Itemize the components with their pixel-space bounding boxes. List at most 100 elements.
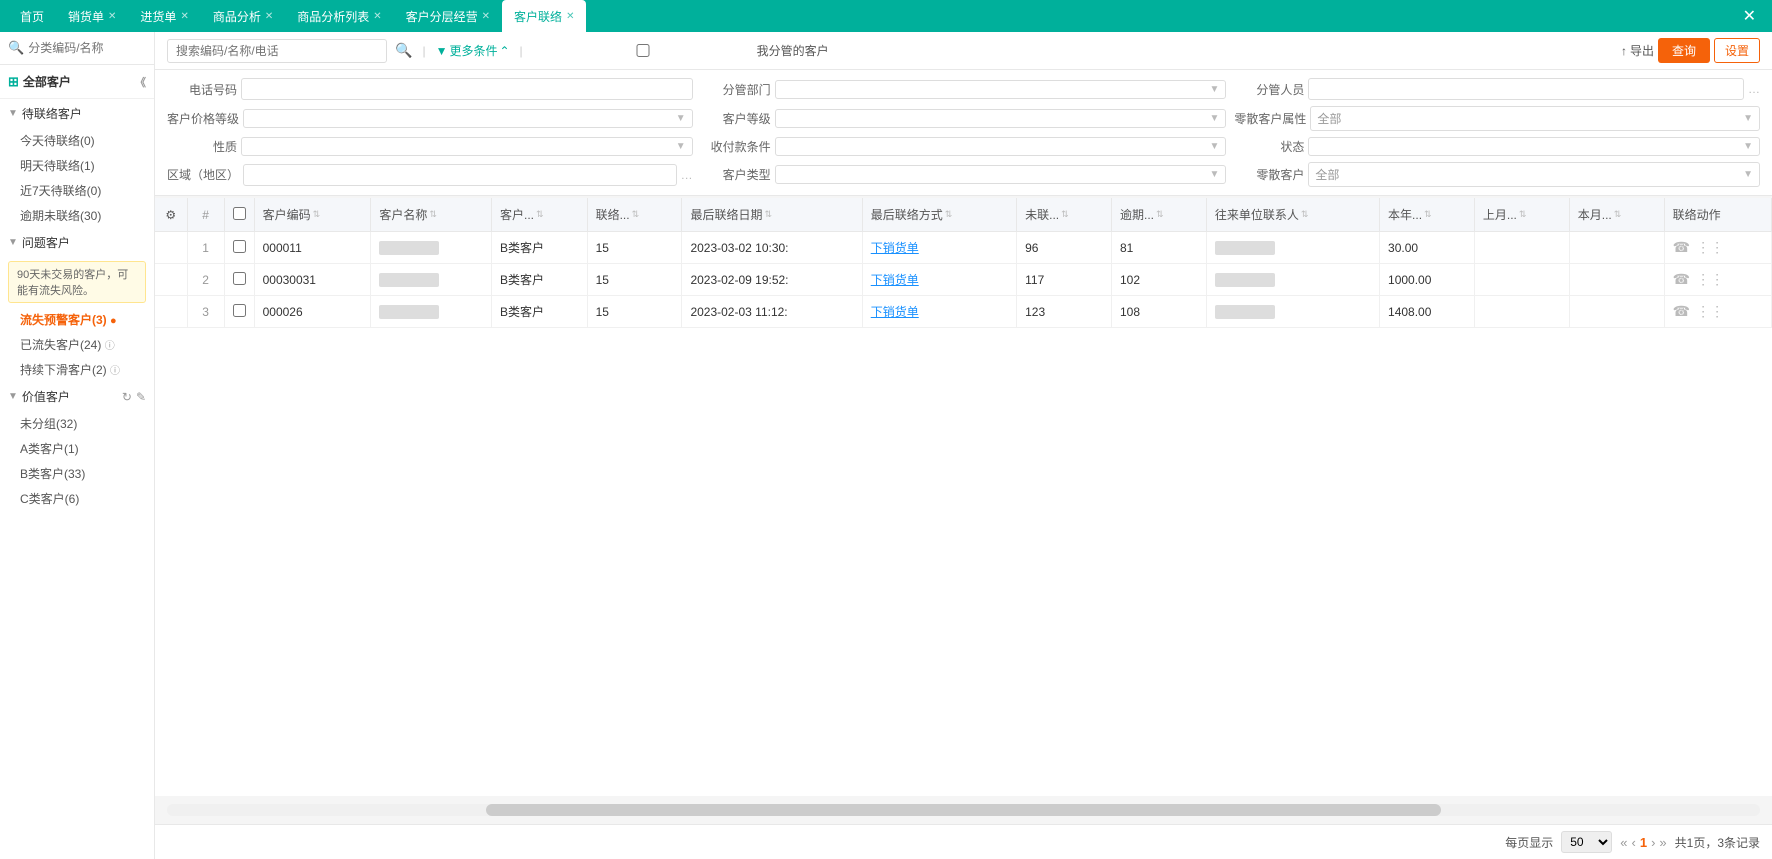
tab-customer-contact[interactable]: 客户联络 ✕ [502,0,586,32]
table-header-name[interactable]: 客户名称⇅ [371,198,492,232]
table-header-this-year[interactable]: 本年...⇅ [1380,198,1475,232]
sidebar-search-input[interactable] [28,41,155,55]
tab-home[interactable]: 首页 [8,0,56,32]
table-header-last-method[interactable]: 最后联络方式⇅ [862,198,1016,232]
table-header-uncontacted[interactable]: 未联...⇅ [1017,198,1112,232]
filter-status-select[interactable]: ▼ [1308,137,1760,156]
more-conditions-btn[interactable]: ▼ 更多条件 ⌃ [436,42,510,59]
row2-last-date: 2023-02-09 19:52: [682,264,862,296]
close-all-icon[interactable]: ✕ [1735,6,1764,26]
sidebar-item-class-a[interactable]: A类客户(1) [0,436,154,461]
row3-last-method[interactable]: 下销货单 [862,296,1016,328]
row1-checkbox[interactable] [224,232,254,264]
filter-dept-select[interactable]: ▼ [775,80,1227,99]
filter-person-input[interactable] [1308,78,1744,100]
row2-checkbox[interactable] [224,264,254,296]
close-sales-icon[interactable]: ✕ [108,11,116,22]
tab-purchase[interactable]: 进货单 ✕ [128,0,200,32]
close-purchase-icon[interactable]: ✕ [180,11,188,22]
filter-retail-attr-select[interactable]: 全部 ▼ [1310,106,1760,131]
table-header-code[interactable]: 客户编码⇅ [254,198,371,232]
table-header-num: # [187,198,224,232]
filter-nature-select[interactable]: ▼ [241,137,693,156]
person-dots-icon[interactable]: … [1748,82,1760,96]
my-customers-checkbox[interactable] [533,44,753,57]
close-product-analysis-icon[interactable]: ✕ [265,11,273,22]
horizontal-scrollbar[interactable] [155,796,1772,824]
value-refresh-icon[interactable]: ↻ [122,390,132,404]
filter-customer-grade-label: 客户等级 [701,110,771,127]
sidebar-item-class-c[interactable]: C类客户(6) [0,486,154,511]
table-header-gear[interactable]: ⚙ [155,198,187,232]
row3-last-month [1474,296,1569,328]
sidebar-section-value-customers[interactable]: ▼ 价值客户 ↻ ✎ [0,382,154,411]
tab-product-analysis[interactable]: 商品分析 ✕ [201,0,285,32]
row3-checkbox[interactable] [224,296,254,328]
value-edit-icon[interactable]: ✎ [136,390,146,404]
filter-nature: 性质 ▼ [167,137,693,156]
row2-contact-icon[interactable]: ☎ [1673,271,1690,288]
sidebar-item-declining[interactable]: 持续下滑客户(2) ⓘ [0,357,154,382]
search-input[interactable] [167,39,387,63]
row1-contact-icon[interactable]: ☎ [1673,239,1690,256]
filter-retail-customer-select[interactable]: 全部 ▼ [1308,162,1760,187]
export-btn[interactable]: ↑ 导出 [1621,42,1654,59]
table-header-checkbox[interactable] [224,198,254,232]
sidebar-item-class-b[interactable]: B类客户(33) [0,461,154,486]
close-customer-tier-icon[interactable]: ✕ [482,11,490,22]
row1-more-icon[interactable]: ⋮⋮ [1696,239,1724,256]
row1-last-method[interactable]: 下销货单 [862,232,1016,264]
sidebar-item-today[interactable]: 今天待联络(0) [0,128,154,153]
row2-last-method[interactable]: 下销货单 [862,264,1016,296]
table-header-last-date[interactable]: 最后联络日期⇅ [682,198,862,232]
search-icon[interactable]: 🔍 [395,42,412,59]
sidebar-item-tomorrow[interactable]: 明天待联络(1) [0,153,154,178]
table-header-this-month[interactable]: 本月...⇅ [1569,198,1664,232]
tab-product-list[interactable]: 商品分析列表 ✕ [285,0,393,32]
region-dots-icon[interactable]: … [681,168,693,182]
row2-more-icon[interactable]: ⋮⋮ [1696,271,1724,288]
filter-payment-select[interactable]: ▼ [775,137,1227,156]
filter-customer-type-select[interactable]: ▼ [775,165,1227,184]
first-page-btn[interactable]: « [1620,835,1627,850]
row2-select[interactable] [233,272,246,285]
settings-btn[interactable]: 设置 [1714,38,1760,63]
row3-contact-icon[interactable]: ☎ [1673,303,1690,320]
sidebar-item-churn-risk[interactable]: 流失预警客户(3) ● [0,307,154,332]
row1-select[interactable] [233,240,246,253]
sidebar-item-week[interactable]: 近7天待联络(0) [0,178,154,203]
row1-gear [155,232,187,264]
filter-price-grade-select[interactable]: ▼ [243,109,693,128]
close-product-list-icon[interactable]: ✕ [373,11,381,22]
select-all-checkbox[interactable] [233,207,246,220]
row3-more-icon[interactable]: ⋮⋮ [1696,303,1724,320]
tab-customer-tier[interactable]: 客户分层经营 ✕ [394,0,502,32]
filter-region-input[interactable] [243,164,677,186]
sidebar-section-pending-contact[interactable]: ▼ 待联络客户 [0,99,154,128]
sidebar-item-already-lost[interactable]: 已流失客户(24) ⓘ [0,332,154,357]
table-header-unit-contact[interactable]: 往来单位联系人⇅ [1206,198,1379,232]
row3-select[interactable] [233,304,246,317]
filter-phone-input[interactable] [241,78,693,100]
prev-page-btn[interactable]: ‹ [1631,835,1635,850]
sidebar-item-overdue[interactable]: 逾期未联络(30) [0,203,154,228]
my-customers-checkbox-label[interactable]: 我分管的客户 [533,42,829,59]
last-page-btn[interactable]: » [1659,835,1666,850]
current-page[interactable]: 1 [1640,835,1647,850]
all-customers-header[interactable]: ⊞ 全部客户 《 [0,65,154,99]
sidebar-item-unclassified[interactable]: 未分组(32) [0,411,154,436]
row3-type: B类客户 [492,296,588,328]
table-header-contact[interactable]: 联络...⇅ [587,198,682,232]
table-header-last-month[interactable]: 上月...⇅ [1474,198,1569,232]
per-page-select[interactable]: 50 100 200 [1561,831,1612,853]
next-page-btn[interactable]: › [1651,835,1655,850]
filter-phone: 电话号码 [167,78,693,100]
collapse-icon[interactable]: 《 [135,74,146,90]
table-header-overdue[interactable]: 逾期...⇅ [1111,198,1206,232]
query-btn[interactable]: 查询 [1658,38,1710,63]
filter-customer-grade-select[interactable]: ▼ [775,109,1227,128]
table-header-type[interactable]: 客户...⇅ [492,198,588,232]
close-customer-contact-icon[interactable]: ✕ [566,11,574,22]
tab-sales[interactable]: 销货单 ✕ [56,0,128,32]
sidebar-section-problem-customers[interactable]: ▼ 问题客户 [0,228,154,257]
